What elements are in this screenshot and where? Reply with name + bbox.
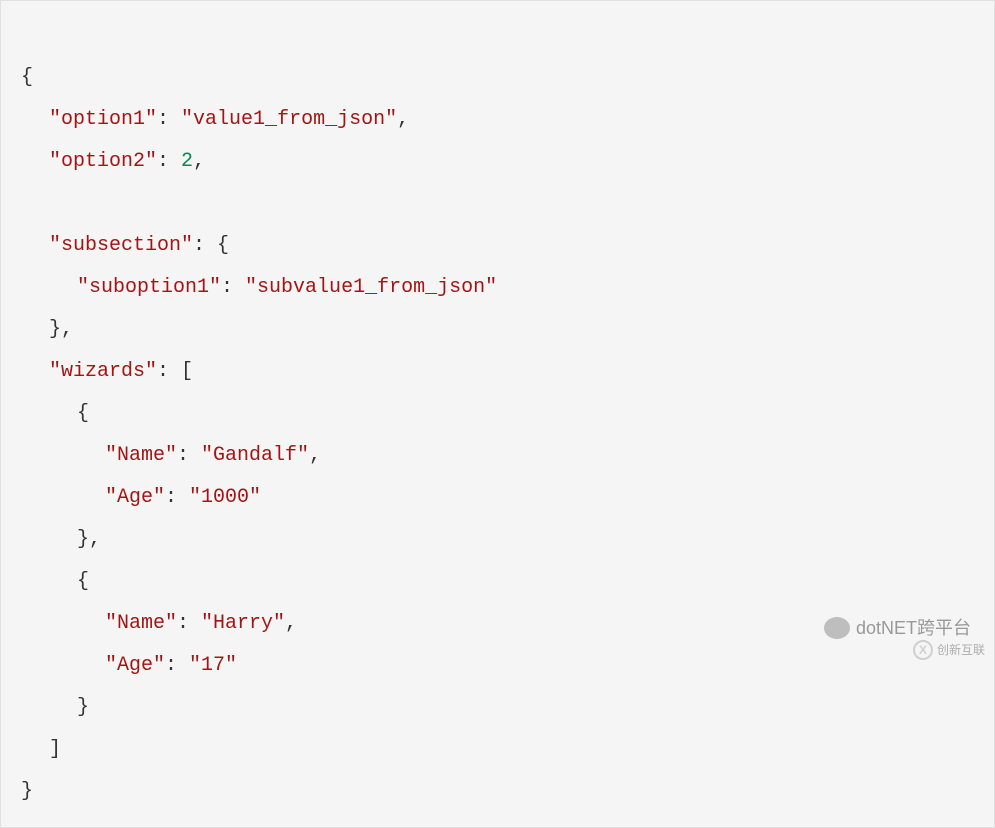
json-number: 2 xyxy=(181,150,193,173)
json-key: "Age" xyxy=(105,486,165,509)
wechat-icon xyxy=(824,617,850,639)
json-key: "wizards" xyxy=(49,360,157,383)
logo-badge: X 创新互联 xyxy=(913,629,985,671)
json-key: "option2" xyxy=(49,150,157,173)
logo-text: 创新互联 xyxy=(937,629,985,671)
json-string: "subvalue1_from_json" xyxy=(245,276,497,299)
json-key: "Name" xyxy=(105,612,177,635)
json-key: "Name" xyxy=(105,444,177,467)
json-key: "subsection" xyxy=(49,234,193,257)
json-string: "1000" xyxy=(189,486,261,509)
brace-close: } xyxy=(21,780,33,803)
json-string: "value1_from_json" xyxy=(181,108,397,131)
json-string: "Harry" xyxy=(201,612,285,635)
logo-mark-icon: X xyxy=(913,640,933,660)
json-string: "17" xyxy=(189,654,237,677)
json-key: "option1" xyxy=(49,108,157,131)
json-string: "Gandalf" xyxy=(201,444,309,467)
json-key: "suboption1" xyxy=(77,276,221,299)
code-block: { "option1": "value1_from_json", "option… xyxy=(0,0,995,828)
brace-open: { xyxy=(21,66,33,89)
json-key: "Age" xyxy=(105,654,165,677)
